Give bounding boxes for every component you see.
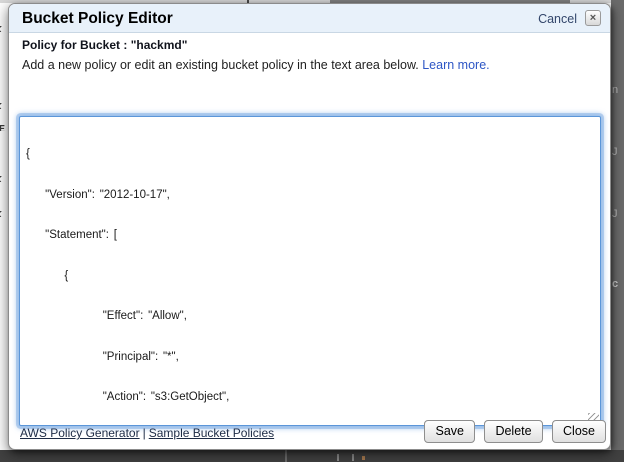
background-artifact (337, 454, 339, 461)
footer-links: AWS Policy Generator|Sample Bucket Polic… (20, 426, 274, 440)
cancel-link[interactable]: Cancel (538, 12, 577, 26)
dialog-title: Bucket Policy Editor (22, 10, 173, 28)
policy-line: "Action": "s3:GetObject", (26, 391, 594, 405)
policy-bucket-subtitle: Policy for Bucket : "hackmd" (22, 38, 187, 52)
background-text-fragment: J (612, 146, 618, 158)
background-text-fragment: J (612, 208, 618, 220)
background-text-fragment: Œ (0, 119, 7, 131)
background-artifact (285, 450, 287, 462)
policy-line: "Effect": "Allow", (26, 310, 594, 324)
background-artifact (352, 454, 354, 461)
policy-textarea[interactable]: { "Version": "2012-10-17", "Statement": … (19, 116, 601, 426)
aws-policy-generator-link[interactable]: AWS Policy Generator (20, 426, 140, 440)
policy-line: "Statement": [ (26, 229, 594, 243)
instruction-text: Add a new policy or edit an existing buc… (22, 58, 490, 72)
policy-line: "Principal": "*", (26, 351, 594, 365)
background-text-fragment: K (0, 20, 7, 32)
background-bottom-strip (0, 450, 624, 462)
policy-json-text: { "Version": "2012-10-17", "Statement": … (26, 121, 594, 426)
delete-button[interactable]: Delete (484, 420, 542, 443)
background-text-fragment: K (0, 97, 7, 109)
background-artifact (362, 456, 365, 460)
background-text-fragment: K (0, 170, 7, 182)
link-separator: | (140, 426, 149, 440)
instruction-label: Add a new policy or edit an existing buc… (22, 58, 422, 72)
policy-line: { (26, 148, 594, 162)
save-button[interactable]: Save (424, 420, 475, 443)
policy-line: { (26, 270, 594, 284)
close-button[interactable]: Close (552, 420, 606, 443)
policy-line: "Version": "2012-10-17", (26, 189, 594, 203)
close-icon[interactable]: × (585, 10, 601, 26)
background-right-strip: n J J c (611, 0, 624, 462)
background-text-fragment: n (612, 84, 618, 96)
background-left-strip: K K Œ K K (0, 3, 8, 450)
background-text-fragment: c (612, 278, 618, 290)
learn-more-link[interactable]: Learn more. (422, 58, 489, 72)
dialog-button-row: Save Delete Close (419, 420, 606, 443)
sample-bucket-policies-link[interactable]: Sample Bucket Policies (149, 426, 274, 440)
background-text-fragment: K (0, 205, 7, 217)
dialog-header: Bucket Policy Editor Cancel × (9, 4, 610, 33)
bucket-policy-editor-dialog: Bucket Policy Editor Cancel × Policy for… (8, 3, 611, 450)
